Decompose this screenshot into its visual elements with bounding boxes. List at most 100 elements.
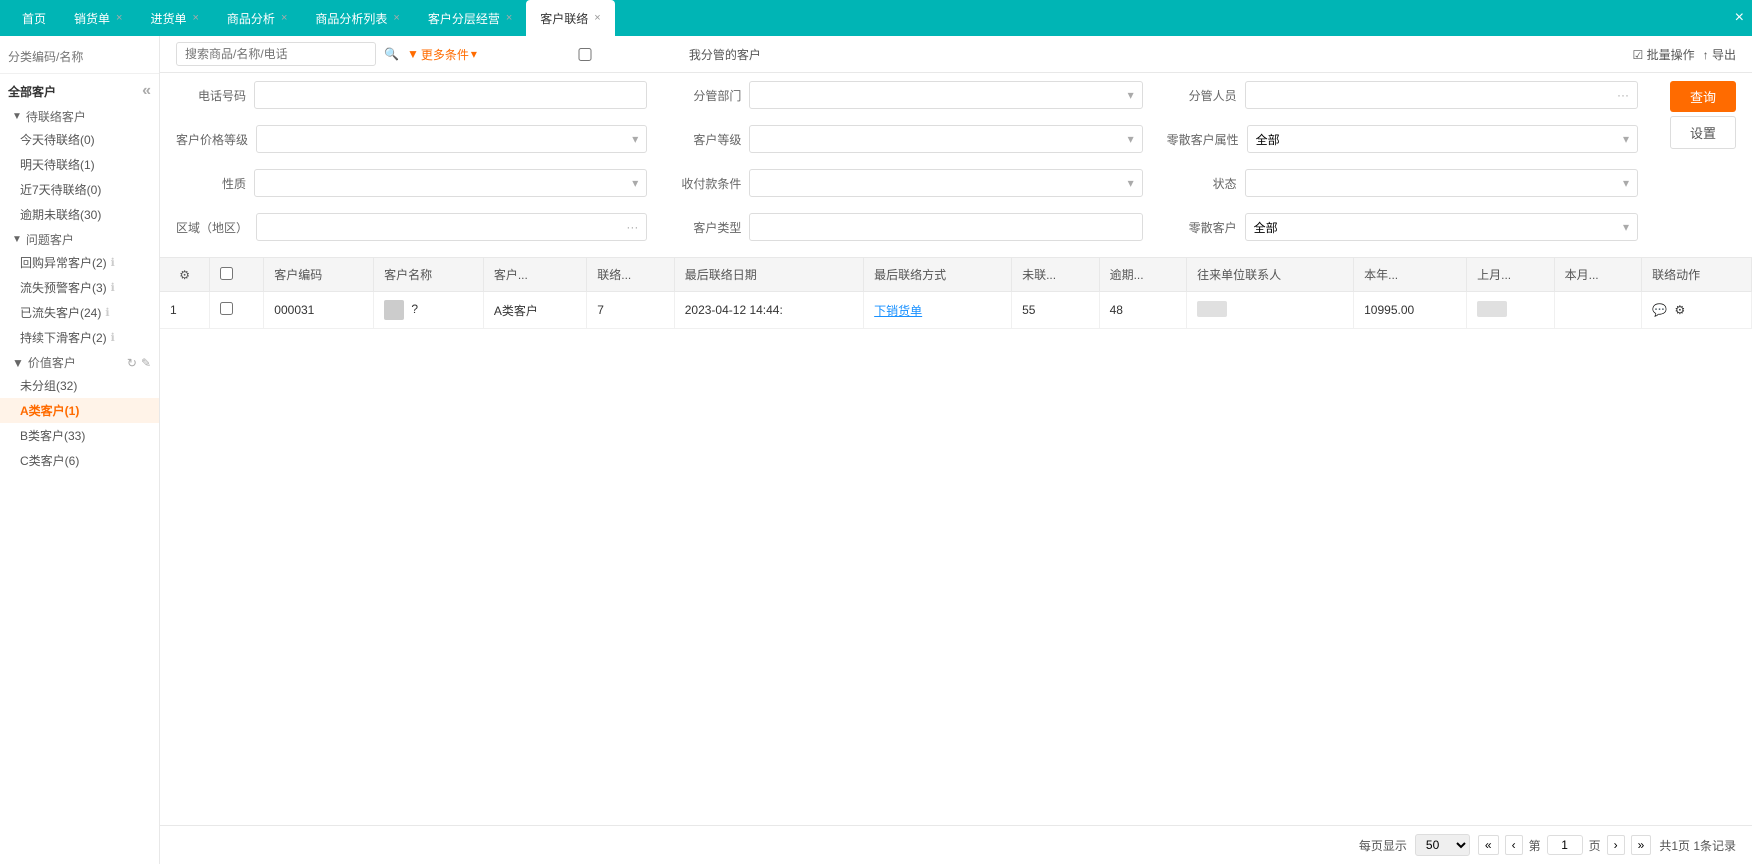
filter-cell-phone: 电话号码	[176, 81, 647, 109]
sidebar-collapse-btn[interactable]: «	[142, 82, 151, 100]
sidebar-item-class-a[interactable]: A类客户(1)	[0, 398, 159, 423]
my-customers-checkbox[interactable]	[485, 48, 685, 61]
filter-search-input[interactable]	[176, 42, 376, 66]
filter-row-4: 区域（地区） ··· 客户类型 零散客户	[176, 213, 1638, 241]
col-last-month[interactable]: 上月...	[1467, 258, 1555, 292]
info-icon-3: ℹ	[105, 306, 109, 319]
sidebar-item-declining[interactable]: 持续下滑客户(2) ℹ	[0, 325, 159, 350]
nav-home[interactable]: 首页	[8, 0, 60, 36]
info-icon-1: ℹ	[111, 256, 115, 269]
batch-ops-btn[interactable]: ☑ 批量操作	[1633, 46, 1695, 63]
sidebar-item-churned[interactable]: 已流失客户(24) ℹ	[0, 300, 159, 325]
col-contact2[interactable]: 往来单位联系人	[1187, 258, 1354, 292]
sidebar-item-7day-contact[interactable]: 近7天待联络(0)	[0, 177, 159, 202]
next-page-btn[interactable]: ›	[1607, 835, 1625, 855]
close-product-list-icon[interactable]: ×	[393, 12, 399, 24]
col-contact[interactable]: 联络...	[587, 258, 675, 292]
col-uncontacted[interactable]: 未联...	[1012, 258, 1100, 292]
close-customer-contact-icon[interactable]: ×	[594, 12, 600, 24]
sidebar-item-class-c[interactable]: C类客户(6)	[0, 448, 159, 473]
filter-label-manager: 分管人员	[1167, 87, 1237, 104]
row-code: 000031	[264, 292, 374, 329]
filter-input-customer-level[interactable]: ▾	[749, 125, 1142, 153]
col-this-year[interactable]: 本年...	[1354, 258, 1467, 292]
filter-input-price-level[interactable]: ▾	[256, 125, 647, 153]
status-arrow: ▾	[1623, 176, 1629, 190]
edit-icon[interactable]: ✎	[141, 356, 151, 370]
group-problem-customers[interactable]: ▼ 问题客户	[0, 227, 159, 250]
row-last-date: 2023-04-12 14:44:	[674, 292, 863, 329]
page-size-label: 每页显示	[1359, 837, 1407, 854]
filter-row-2: 客户价格等级 ▾ 客户等级 ▾	[176, 125, 1638, 153]
table-header-row: ⚙ 客户编码 客户名称 客户... 联络... 最后联络日期 最后联络方式 未联…	[160, 258, 1752, 292]
last-page-btn[interactable]: »	[1631, 835, 1652, 855]
all-customers-header: 全部客户 «	[0, 78, 159, 104]
nav-product-analysis[interactable]: 商品分析 ×	[213, 0, 301, 36]
col-checkbox	[210, 258, 264, 292]
filter-input-dept[interactable]: ▾	[749, 81, 1142, 109]
nav-purchase[interactable]: 进货单 ×	[136, 0, 212, 36]
nav-sales[interactable]: 销货单 ×	[60, 0, 136, 36]
sidebar-search-input[interactable]	[8, 50, 160, 64]
refresh-icon[interactable]: ↻	[127, 356, 137, 370]
page-size-select[interactable]: 20 50 100	[1415, 834, 1470, 856]
col-action[interactable]: 联络动作	[1642, 258, 1752, 292]
settings-button[interactable]: 设置	[1670, 116, 1736, 149]
filter-search-icon[interactable]: 🔍	[384, 47, 399, 61]
row-contact2	[1187, 292, 1354, 329]
close-product-analysis-icon[interactable]: ×	[281, 12, 287, 24]
col-level[interactable]: 客户...	[483, 258, 586, 292]
filter-input-customer-type[interactable]	[749, 213, 1142, 241]
close-sales-icon[interactable]: ×	[116, 12, 122, 24]
sidebar-item-ungrouped[interactable]: 未分组(32)	[0, 373, 159, 398]
nav-product-analysis-list[interactable]: 商品分析列表 ×	[301, 0, 413, 36]
filter-input-status[interactable]: ▾	[1245, 169, 1638, 197]
prev-page-btn[interactable]: ‹	[1505, 835, 1523, 855]
filter-input-sparse-attr[interactable]: 全部 ▾	[1247, 125, 1638, 153]
filter-label-price-level: 客户价格等级	[176, 131, 248, 148]
sidebar-item-churn-warning[interactable]: 流失预警客户(3) ℹ	[0, 275, 159, 300]
nav-customer-contact[interactable]: 客户联络 ×	[526, 0, 614, 36]
filter-cell-sparse-customer: 零散客户 全部 ▾	[1167, 213, 1638, 241]
sidebar-item-overdue-contact[interactable]: 逾期未联络(30)	[0, 202, 159, 227]
settings-action-icon[interactable]: ⚙	[1674, 303, 1685, 317]
my-customers-checkbox-label[interactable]: 我分管的客户	[485, 46, 761, 63]
filter-input-region[interactable]: ···	[256, 213, 647, 241]
export-btn[interactable]: ↑ 导出	[1703, 46, 1736, 63]
col-last-date[interactable]: 最后联络日期	[674, 258, 863, 292]
sidebar-item-today-contact[interactable]: 今天待联络(0)	[0, 127, 159, 152]
filter-input-phone[interactable]	[254, 81, 647, 109]
close-purchase-icon[interactable]: ×	[192, 12, 198, 24]
close-customer-segment-icon[interactable]: ×	[506, 12, 512, 24]
contact2-placeholder	[1197, 301, 1227, 317]
filter-more-btn[interactable]: ▼ 更多条件 ▾	[407, 46, 477, 63]
first-page-btn[interactable]: «	[1478, 835, 1499, 855]
col-this-month[interactable]: 本月...	[1554, 258, 1642, 292]
filter-input-sparse-customer[interactable]: 全部 ▾	[1245, 213, 1638, 241]
sidebar-item-class-b[interactable]: B类客户(33)	[0, 423, 159, 448]
row-last-method[interactable]: 下销货单	[864, 292, 1012, 329]
row-select-checkbox[interactable]	[220, 302, 233, 315]
filter-input-nature[interactable]: ▾	[254, 169, 647, 197]
filter-label-customer-level: 客户等级	[671, 131, 741, 148]
page-unit: 页	[1589, 837, 1601, 854]
col-code[interactable]: 客户编码	[264, 258, 374, 292]
group-pending-contact[interactable]: ▼ 待联络客户	[0, 104, 159, 127]
filter-input-manager[interactable]: ···	[1245, 81, 1638, 109]
nav-customer-segment[interactable]: 客户分层经营 ×	[414, 0, 526, 36]
query-button[interactable]: 查询	[1670, 81, 1736, 112]
filter-label-payment: 收付款条件	[671, 175, 741, 192]
sidebar-item-repurchase-abnormal[interactable]: 回购异常客户(2) ℹ	[0, 250, 159, 275]
page-number-input[interactable]	[1547, 835, 1583, 855]
message-action-icon[interactable]: 💬	[1652, 303, 1667, 317]
col-last-method[interactable]: 最后联络方式	[864, 258, 1012, 292]
filter-input-payment[interactable]: ▾	[749, 169, 1142, 197]
page-label: 第	[1529, 837, 1541, 854]
triangle-icon-3: ▼	[12, 356, 24, 370]
col-overdue[interactable]: 逾期...	[1099, 258, 1187, 292]
col-gear[interactable]: ⚙	[160, 258, 210, 292]
col-name[interactable]: 客户名称	[374, 258, 484, 292]
sidebar-item-tomorrow-contact[interactable]: 明天待联络(1)	[0, 152, 159, 177]
select-all-checkbox[interactable]	[220, 267, 233, 280]
window-close-icon[interactable]: ×	[1735, 9, 1744, 27]
